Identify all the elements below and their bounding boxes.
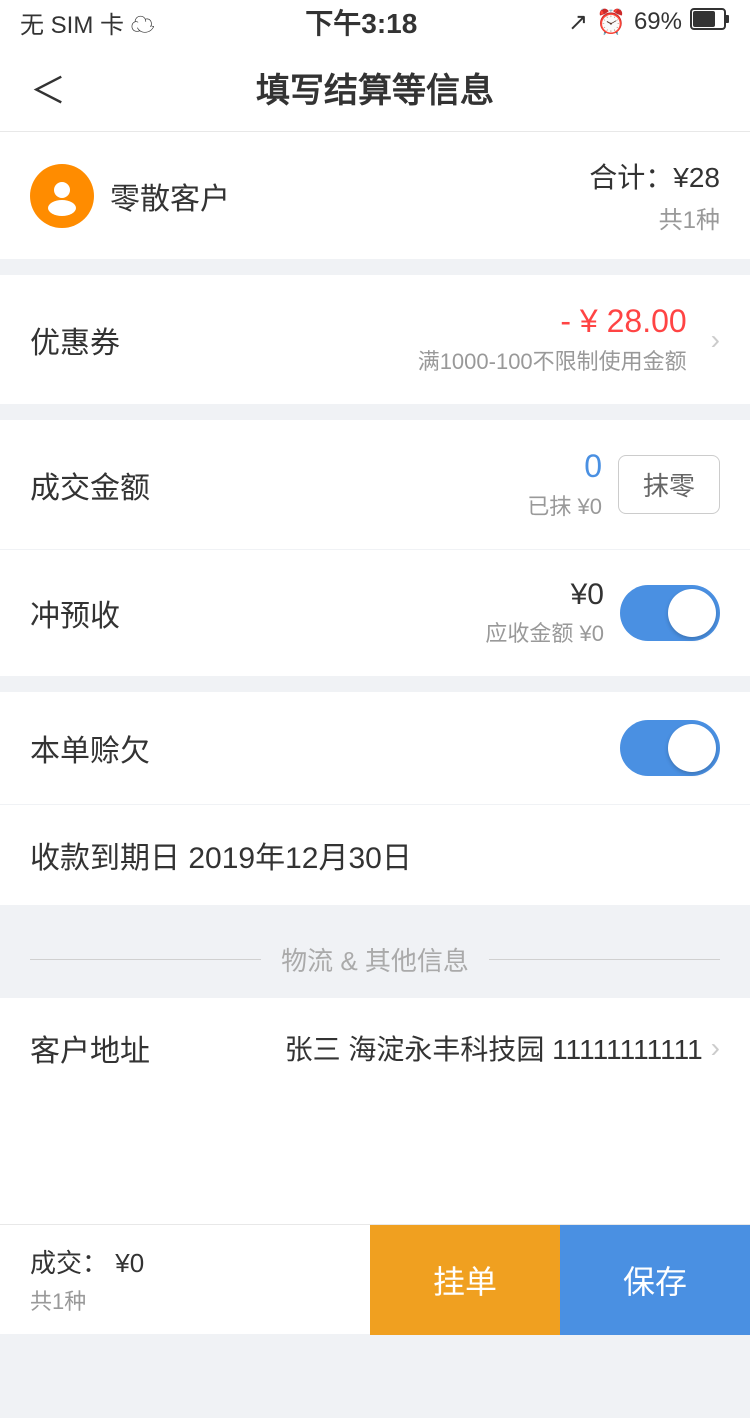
advance-row: 冲预收 ¥0 应收金额 ¥0 [0,550,750,676]
address-label: 客户地址 [30,1026,150,1070]
debt-toggle[interactable] [620,720,720,776]
battery-level: 69% [634,8,682,36]
bottom-transaction: 成交： ¥0 [30,1243,340,1280]
customer-section: 零散客户 合计：¥28 共1种 [0,132,750,259]
advance-sub: 应收金额 ¥0 [485,616,604,648]
address-section[interactable]: 客户地址 张三 海淀永丰科技园 11111111111 › [0,998,750,1098]
sim-status: 无 SIM 卡 ☁ [20,5,155,40]
advance-text: ¥0 应收金额 ¥0 [485,578,604,648]
address-chevron-icon: › [711,1032,720,1064]
debt-label: 本单赊欠 [30,726,150,770]
advance-toggle[interactable] [620,585,720,641]
customer-left: 零散客户 [30,164,230,228]
status-time: 下午3:18 [305,2,417,42]
bottom-bar: 成交： ¥0 共1种 挂单 保存 [0,1224,750,1334]
debt-toggle-knob [668,724,716,772]
logistics-line-left [30,959,261,960]
transaction-label: 成交金额 [30,463,150,507]
transaction-right: 0 已抹 ¥0 抹零 [527,448,720,521]
advance-amount: ¥0 [485,578,604,612]
nav-bar: ＜ 填写结算等信息 [0,44,750,132]
status-left: 无 SIM 卡 ☁ [20,5,155,40]
back-button[interactable]: ＜ [30,62,66,114]
transaction-sub: 已抹 ¥0 [527,489,602,521]
logistics-line-right [489,959,720,960]
divider-4 [0,905,750,921]
status-bar: 无 SIM 卡 ☁ 下午3:18 ↗ ⏰ 69% [0,0,750,44]
transaction-value[interactable]: 0 [527,448,602,485]
divider-2 [0,404,750,420]
transaction-section: 成交金额 0 已抹 ¥0 抹零 冲预收 ¥0 应收金额 ¥0 [0,420,750,676]
user-icon [42,176,82,216]
status-right: ↗ ⏰ 69% [568,8,730,37]
hold-button[interactable]: 挂单 [370,1225,560,1335]
location-icon: ↗ [568,8,588,37]
round-button[interactable]: 抹零 [618,455,720,514]
total-amount: 合计：¥28 [589,156,720,196]
coupon-desc: 满1000-100不限制使用金额 [418,344,687,376]
coupon-text: - ¥ 28.00 满1000-100不限制使用金额 [418,303,687,376]
customer-name: 零散客户 [110,174,230,218]
avatar [30,164,94,228]
due-date-value[interactable]: 2019年12月30日 [188,842,411,875]
due-date-section: 收款到期日 2019年12月30日 [0,804,750,905]
page-title: 填写结算等信息 [256,63,494,112]
customer-right: 合计：¥28 共1种 [589,156,720,235]
save-button[interactable]: 保存 [560,1225,750,1335]
bottom-left: 成交： ¥0 共1种 [0,1243,370,1316]
address-value: 张三 海淀永丰科技园 11111111111 [170,1028,703,1068]
battery-icon [690,8,730,37]
back-icon: ＜ [30,70,66,111]
coupon-section: 优惠券 - ¥ 28.00 满1000-100不限制使用金额 › [0,275,750,404]
advance-label: 冲预收 [30,591,120,635]
chevron-right-icon: › [711,324,720,356]
debt-section: 本单赊欠 [0,692,750,804]
transaction-row: 成交金额 0 已抹 ¥0 抹零 [0,420,750,550]
due-date-label: 收款到期日 2019年12月30日 [30,842,412,875]
alarm-icon: ⏰ [596,8,626,37]
coupon-value: - ¥ 28.00 [418,303,687,340]
coupon-row[interactable]: 优惠券 - ¥ 28.00 满1000-100不限制使用金额 › [0,275,750,404]
toggle-knob [668,589,716,637]
divider-1 [0,259,750,275]
transaction-text: 0 已抹 ¥0 [527,448,602,521]
advance-right: ¥0 应收金额 ¥0 [485,578,720,648]
logistics-title: 物流 & 其他信息 [281,941,469,978]
divider-3 [0,676,750,692]
bottom-transaction-value: ¥0 [115,1248,144,1278]
coupon-label: 优惠券 [30,318,120,362]
coupon-right: - ¥ 28.00 满1000-100不限制使用金额 › [418,303,720,376]
logistics-header: 物流 & 其他信息 [0,921,750,998]
due-date-label-text: 收款到期日 [30,842,180,875]
bottom-count: 共1种 [30,1284,340,1316]
total-count: 共1种 [589,200,720,235]
bottom-transaction-label: 成交： [30,1248,108,1278]
